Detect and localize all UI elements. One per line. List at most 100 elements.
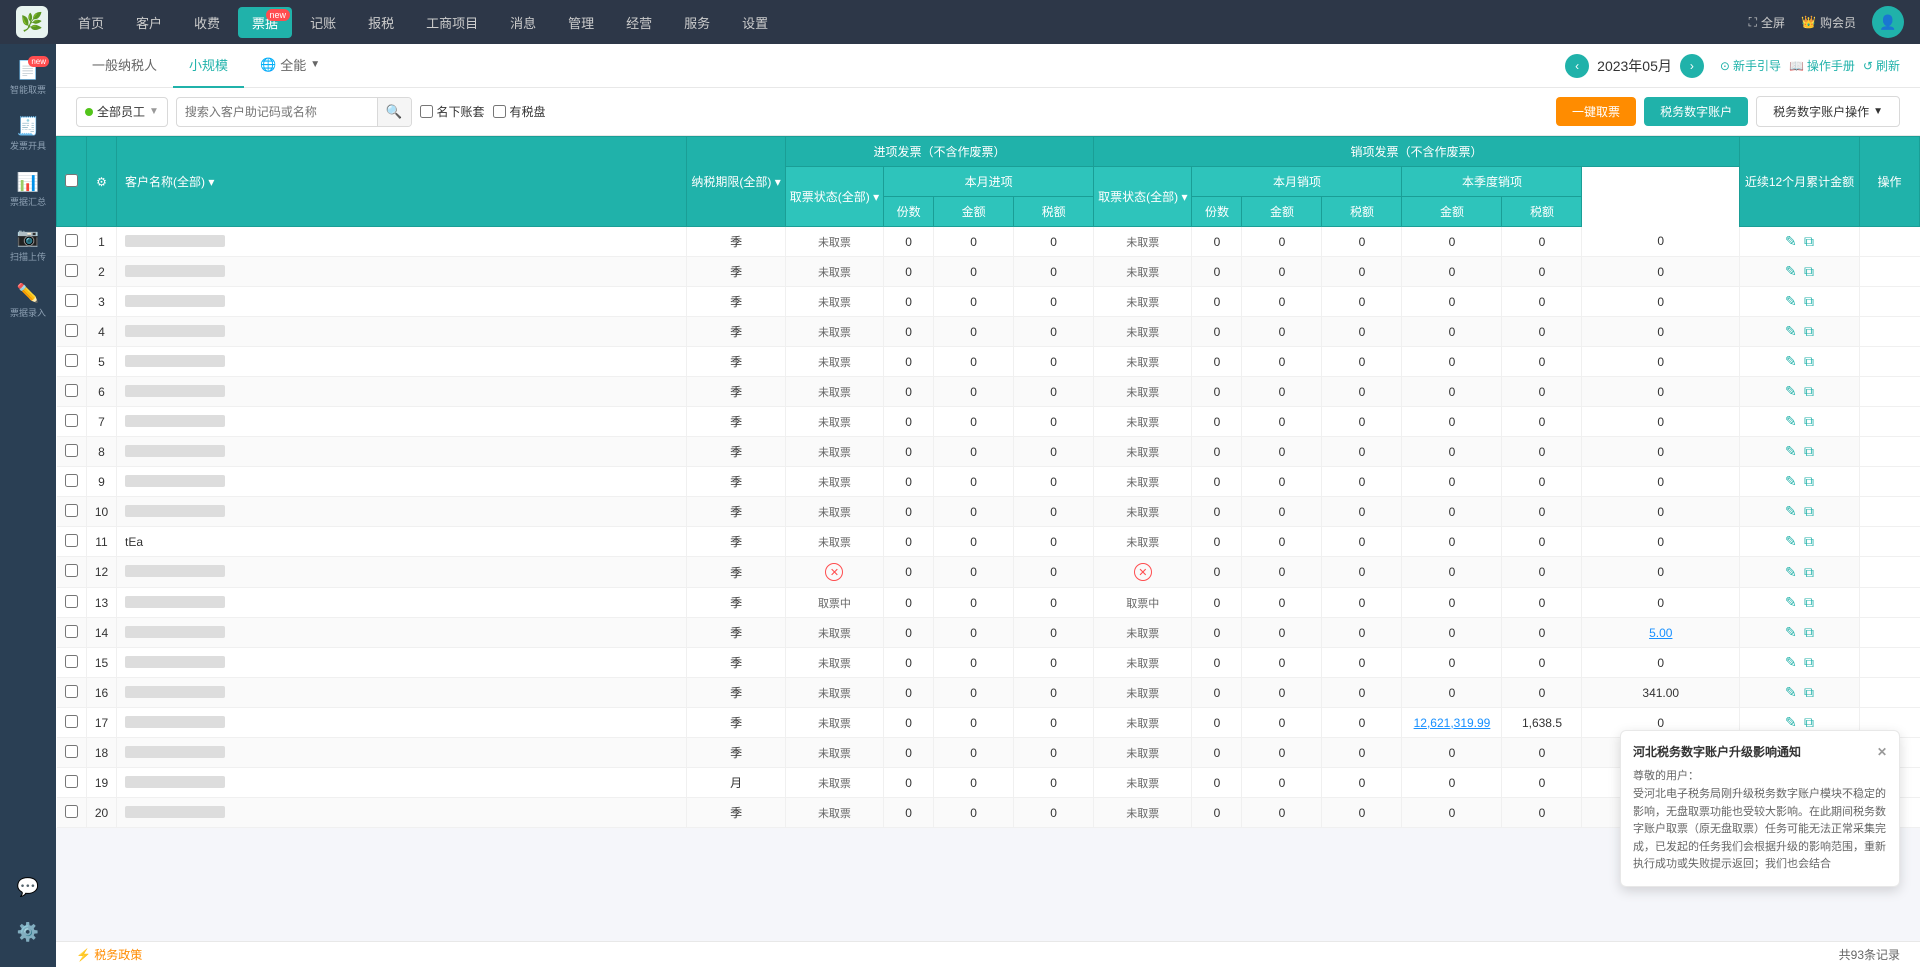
subledger-checkbox[interactable] xyxy=(420,105,433,118)
edit-icon[interactable]: ✎ xyxy=(1785,714,1797,730)
nav-management[interactable]: 管理 xyxy=(554,7,608,38)
row-checkbox[interactable] xyxy=(65,414,78,427)
row-checkbox[interactable] xyxy=(65,444,78,457)
copy-icon[interactable]: ⧉ xyxy=(1804,443,1814,459)
nav-message[interactable]: 消息 xyxy=(496,7,550,38)
edit-icon[interactable]: ✎ xyxy=(1785,413,1797,429)
edit-icon[interactable]: ✎ xyxy=(1785,353,1797,369)
copy-icon[interactable]: ⧉ xyxy=(1804,594,1814,610)
row-checkbox[interactable] xyxy=(65,324,78,337)
row-checkbox[interactable] xyxy=(65,564,78,577)
edit-icon[interactable]: ✎ xyxy=(1785,564,1797,580)
nav-home[interactable]: 首页 xyxy=(64,7,118,38)
sidebar-bottom-settings[interactable]: ⚙️ xyxy=(3,914,53,951)
header-out-status[interactable]: 取票状态(全部) ▾ xyxy=(1094,167,1192,227)
sidebar-item-scan[interactable]: 📷 扫描上传 xyxy=(3,219,53,271)
employee-filter-select[interactable]: 全部员工 ▼ xyxy=(76,97,168,127)
member-btn[interactable]: 👑 购会员 xyxy=(1801,14,1856,31)
row-checkbox[interactable] xyxy=(65,504,78,517)
copy-icon[interactable]: ⧉ xyxy=(1804,654,1814,670)
quarter-amount-link[interactable]: 12,621,319.99 xyxy=(1414,716,1491,730)
row-checkbox[interactable] xyxy=(65,234,78,247)
header-tax-period[interactable]: 纳税期限(全部) ▾ xyxy=(687,137,785,227)
tab-all-capable[interactable]: 🌐 全能 ▼ xyxy=(244,44,336,88)
copy-icon[interactable]: ⧉ xyxy=(1804,293,1814,309)
edit-icon[interactable]: ✎ xyxy=(1785,293,1797,309)
row-checkbox[interactable] xyxy=(65,655,78,668)
nav-tax[interactable]: 报税 xyxy=(354,7,408,38)
copy-icon[interactable]: ⧉ xyxy=(1804,624,1814,640)
row-checkbox[interactable] xyxy=(65,384,78,397)
row-checkbox[interactable] xyxy=(65,534,78,547)
nav-settings[interactable]: 设置 xyxy=(728,7,782,38)
nav-service[interactable]: 服务 xyxy=(670,7,724,38)
copy-icon[interactable]: ⧉ xyxy=(1804,383,1814,399)
fullscreen-btn[interactable]: ⛶ 全屏 xyxy=(1749,14,1785,31)
row-checkbox[interactable] xyxy=(65,775,78,788)
copy-icon[interactable]: ⧉ xyxy=(1804,323,1814,339)
select-all-checkbox[interactable] xyxy=(65,174,78,187)
tab-small-scale[interactable]: 小规模 xyxy=(173,44,244,88)
nav-customer[interactable]: 客户 xyxy=(122,7,176,38)
header-in-status[interactable]: 取票状态(全部) ▾ xyxy=(785,167,883,227)
nav-billing[interactable]: 收费 xyxy=(180,7,234,38)
nav-business[interactable]: 工商项目 xyxy=(412,7,492,38)
cumulative-link[interactable]: 5.00 xyxy=(1649,626,1672,640)
sidebar-item-summary[interactable]: 📊 票据汇总 xyxy=(3,164,53,216)
row-checkbox[interactable] xyxy=(65,805,78,818)
taxdisk-checkbox[interactable] xyxy=(493,105,506,118)
header-customer-name[interactable]: 客户名称(全部) ▾ xyxy=(117,137,687,227)
edit-icon[interactable]: ✎ xyxy=(1785,624,1797,640)
row-checkbox[interactable] xyxy=(65,474,78,487)
copy-icon[interactable]: ⧉ xyxy=(1804,413,1814,429)
search-button[interactable]: 🔍 xyxy=(377,97,411,127)
refresh-link[interactable]: ↺ 刷新 xyxy=(1863,57,1900,74)
tax-digital-button[interactable]: 税务数字账户 xyxy=(1644,97,1748,126)
row-checkbox[interactable] xyxy=(65,625,78,638)
search-input[interactable] xyxy=(177,101,377,123)
guide-link[interactable]: ⊙ 新手引导 xyxy=(1720,57,1781,74)
row-checkbox[interactable] xyxy=(65,685,78,698)
edit-icon[interactable]: ✎ xyxy=(1785,323,1797,339)
notif-close-button[interactable]: ✕ xyxy=(1877,743,1887,762)
row-checkbox[interactable] xyxy=(65,715,78,728)
copy-icon[interactable]: ⧉ xyxy=(1804,714,1814,730)
copy-icon[interactable]: ⧉ xyxy=(1804,353,1814,369)
row-checkbox[interactable] xyxy=(65,595,78,608)
nav-bookkeeping[interactable]: 记账 xyxy=(296,7,350,38)
copy-icon[interactable]: ⧉ xyxy=(1804,503,1814,519)
period-prev-button[interactable]: ‹ xyxy=(1565,54,1589,78)
edit-icon[interactable]: ✎ xyxy=(1785,443,1797,459)
sidebar-item-smart-invoice[interactable]: 📄 智能取票 new xyxy=(3,52,53,104)
nav-operation[interactable]: 经营 xyxy=(612,7,666,38)
quick-invoice-button[interactable]: 一键取票 xyxy=(1556,97,1636,126)
nav-invoice[interactable]: 票据 new xyxy=(238,7,292,38)
row-checkbox[interactable] xyxy=(65,264,78,277)
edit-icon[interactable]: ✎ xyxy=(1785,533,1797,549)
tax-policy-link[interactable]: ⚡ 税务政策 xyxy=(76,948,142,962)
edit-icon[interactable]: ✎ xyxy=(1785,684,1797,700)
edit-icon[interactable]: ✎ xyxy=(1785,383,1797,399)
tax-ops-button[interactable]: 税务数字账户操作 ▼ xyxy=(1756,96,1900,127)
edit-icon[interactable]: ✎ xyxy=(1785,263,1797,279)
edit-icon[interactable]: ✎ xyxy=(1785,503,1797,519)
sidebar-item-open-invoice[interactable]: 🧾 发票开具 xyxy=(3,108,53,160)
row-checkbox[interactable] xyxy=(65,354,78,367)
copy-icon[interactable]: ⧉ xyxy=(1804,263,1814,279)
user-avatar[interactable]: 👤 xyxy=(1872,6,1904,38)
copy-icon[interactable]: ⧉ xyxy=(1804,473,1814,489)
edit-icon[interactable]: ✎ xyxy=(1785,233,1797,249)
taxdisk-checkbox-label[interactable]: 有税盘 xyxy=(493,103,546,120)
tab-general-taxpayer[interactable]: 一般纳税人 xyxy=(76,44,173,88)
manual-link[interactable]: 📖 操作手册 xyxy=(1789,57,1855,74)
row-checkbox[interactable] xyxy=(65,294,78,307)
edit-icon[interactable]: ✎ xyxy=(1785,594,1797,610)
subledger-checkbox-label[interactable]: 名下账套 xyxy=(420,103,485,120)
copy-icon[interactable]: ⧉ xyxy=(1804,564,1814,580)
copy-icon[interactable]: ⧉ xyxy=(1804,684,1814,700)
row-checkbox[interactable] xyxy=(65,745,78,758)
edit-icon[interactable]: ✎ xyxy=(1785,654,1797,670)
sidebar-bottom-message[interactable]: 💬 xyxy=(3,869,53,906)
copy-icon[interactable]: ⧉ xyxy=(1804,533,1814,549)
sidebar-item-entry[interactable]: ✏️ 票据录入 xyxy=(3,275,53,327)
